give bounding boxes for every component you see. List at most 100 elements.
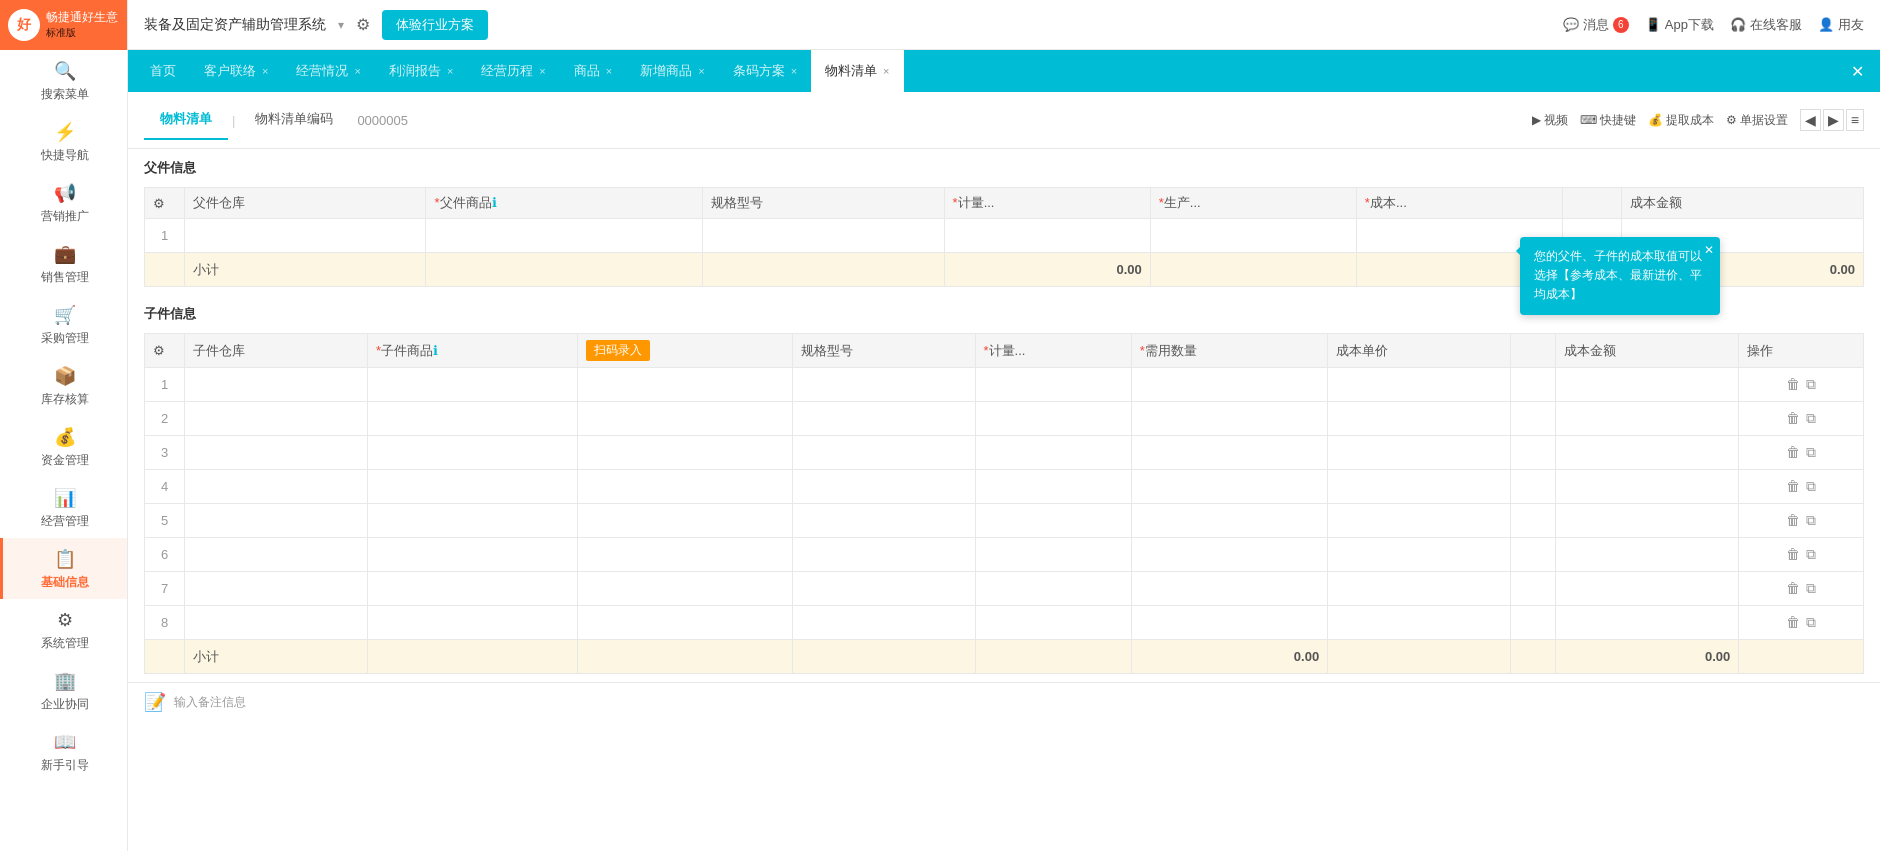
sidebar-item-enterprise[interactable]: 🏢企业协同 [0, 660, 127, 721]
delete-icon-1[interactable]: 🗑 [1786, 376, 1800, 393]
nav-tab-customer[interactable]: 客户联络 × [190, 50, 282, 92]
cost-label: 提取成本 [1666, 112, 1714, 129]
child-table-section: ⚙ 子件仓库 *子件商品ℹ 扫码录入 规格型号 *计量... *需用数量 成本单… [128, 333, 1880, 682]
topbar-left: 装备及固定资产辅助管理系统 ▾ ⚙ 体验行业方案 [144, 10, 488, 40]
nav-tab-close-operation[interactable]: × [354, 65, 360, 77]
bottom-hint-text[interactable]: 输入备注信息 [174, 694, 246, 711]
copy-icon-6[interactable]: ⧉ [1806, 546, 1816, 563]
sidebar-item-system[interactable]: ⚙系统管理 [0, 599, 127, 660]
nav-tab-operation[interactable]: 经营情况 × [282, 50, 374, 92]
delete-icon-7[interactable]: 🗑 [1786, 580, 1800, 597]
nav-tab-close-bom[interactable]: × [883, 65, 889, 77]
copy-icon-8[interactable]: ⧉ [1806, 614, 1816, 631]
menu-arrow[interactable]: ≡ [1846, 109, 1864, 131]
next-arrow[interactable]: ▶ [1823, 109, 1844, 131]
copy-icon-4[interactable]: ⧉ [1806, 478, 1816, 495]
copy-icon-1[interactable]: ⧉ [1806, 376, 1816, 393]
child-subtotal-qty: 0.00 [1131, 640, 1327, 674]
system-dropdown[interactable]: ▾ [338, 18, 344, 32]
purchase-icon: 🛒 [54, 304, 76, 326]
inventory-icon: 📦 [54, 365, 76, 387]
nav-tab-close-barcode[interactable]: × [791, 65, 797, 77]
sidebar-item-sales[interactable]: 💼销售管理 [0, 233, 127, 294]
topbar-right: 💬 消息 6 📱 App下载 🎧 在线客服 👤 用友 [1563, 16, 1864, 34]
delete-icon-6[interactable]: 🗑 [1786, 546, 1800, 563]
nav-tab-label-bom: 物料清单 [825, 62, 877, 80]
parent-col-cost: *成本... [1356, 188, 1562, 219]
nav-tab-close-profit[interactable]: × [447, 65, 453, 77]
nav-tab-close-product[interactable]: × [606, 65, 612, 77]
cost-icon: 💰 [1648, 113, 1663, 127]
nav-close-btn[interactable]: ✕ [1843, 62, 1872, 81]
parent-table-header: ⚙ 父件仓库 *父件商品ℹ 规格型号 *计量... *生产... *成本... … [145, 188, 1864, 219]
video-label: 视频 [1544, 112, 1568, 129]
shortcut-action[interactable]: ⌨ 快捷键 [1580, 112, 1636, 129]
sidebar-item-marketing[interactable]: 📢营销推广 [0, 172, 127, 233]
sidebar-item-guide[interactable]: 📖新手引导 [0, 721, 127, 782]
message-label: 消息 [1583, 16, 1609, 34]
delete-icon-4[interactable]: 🗑 [1786, 478, 1800, 495]
bill-settings-action[interactable]: ⚙ 单据设置 [1726, 112, 1788, 129]
copy-icon-7[interactable]: ⧉ [1806, 580, 1816, 597]
sidebar-item-quicknav[interactable]: ⚡快捷导航 [0, 111, 127, 172]
nav-tab-history[interactable]: 经营历程 × [467, 50, 559, 92]
basic_info-icon: 📋 [54, 548, 76, 570]
nav-tab-close-customer[interactable]: × [262, 65, 268, 77]
prev-arrow[interactable]: ◀ [1800, 109, 1821, 131]
nav-tab-barcode[interactable]: 条码方案 × [719, 50, 811, 92]
sidebar-item-finance[interactable]: 💰资金管理 [0, 416, 127, 477]
copy-icon-3[interactable]: ⧉ [1806, 444, 1816, 461]
sidebar-label-search: 搜索菜单 [41, 86, 89, 103]
delete-icon-8[interactable]: 🗑 [1786, 614, 1800, 631]
user-item[interactable]: 👤 用友 [1818, 16, 1864, 34]
sidebar-item-operation_mgmt[interactable]: 📊经营管理 [0, 477, 127, 538]
delete-icon-2[interactable]: 🗑 [1786, 410, 1800, 427]
cost-action[interactable]: 💰 提取成本 [1648, 112, 1714, 129]
tab-bom-list[interactable]: 物料清单 [144, 100, 228, 140]
bill-settings-icon: ⚙ [1726, 113, 1737, 127]
tooltip-text: 您的父件、子件的成本取值可以选择【参考成本、最新进价、平均成本】 [1534, 249, 1702, 301]
sidebar-item-purchase[interactable]: 🛒采购管理 [0, 294, 127, 355]
parent-col-product: *父件商品ℹ [426, 188, 703, 219]
sidebar-item-search[interactable]: 🔍搜索菜单 [0, 50, 127, 111]
delete-icon-5[interactable]: 🗑 [1786, 512, 1800, 529]
table-row: 5 🗑 ⧉ [145, 504, 1864, 538]
table-row: 6 🗑 ⧉ [145, 538, 1864, 572]
bom-code-value: 0000005 [357, 113, 408, 128]
nav-tab-label-home: 首页 [150, 62, 176, 80]
bottom-hint: 📝 输入备注信息 [128, 682, 1880, 721]
nav-tab-close-history[interactable]: × [539, 65, 545, 77]
logo-icon: 好 [8, 9, 40, 41]
experience-btn[interactable]: 体验行业方案 [382, 10, 488, 40]
sidebar-label-enterprise: 企业协同 [41, 696, 89, 713]
scan-btn[interactable]: 扫码录入 [586, 340, 650, 361]
nav-tabs: 首页客户联络 ×经营情况 ×利润报告 ×经营历程 ×商品 ×新增商品 ×条码方案… [128, 50, 1880, 92]
sidebar-item-inventory[interactable]: 📦库存核算 [0, 355, 127, 416]
sidebar-item-basic_info[interactable]: 📋 基础信息 [0, 538, 127, 599]
copy-icon-5[interactable]: ⧉ [1806, 512, 1816, 529]
settings-icon[interactable]: ⚙ [356, 15, 370, 34]
table-row: 8 🗑 ⧉ [145, 606, 1864, 640]
nav-tab-home[interactable]: 首页 [136, 50, 190, 92]
nav-tab-close-new_product[interactable]: × [698, 65, 704, 77]
video-action[interactable]: ▶ 视频 [1532, 112, 1568, 129]
sidebar-label-basic_info: 基础信息 [41, 574, 89, 591]
nav-tab-label-customer: 客户联络 [204, 62, 256, 80]
nav-tab-product[interactable]: 商品 × [560, 50, 626, 92]
sidebar-label-guide: 新手引导 [41, 757, 89, 774]
topbar: 装备及固定资产辅助管理系统 ▾ ⚙ 体验行业方案 💬 消息 6 📱 App下载 … [128, 0, 1880, 50]
nav-tab-profit[interactable]: 利润报告 × [375, 50, 467, 92]
message-item[interactable]: 💬 消息 6 [1563, 16, 1629, 34]
nav-tab-bom[interactable]: 物料清单 × [811, 50, 903, 92]
tab-bom-detail[interactable]: 物料清单编码 [239, 100, 349, 140]
parent-col-unit: *计量... [944, 188, 1150, 219]
app-download-item[interactable]: 📱 App下载 [1645, 16, 1714, 34]
child-col-scan: 扫码录入 [577, 334, 792, 368]
nav-tab-new_product[interactable]: 新增商品 × [626, 50, 718, 92]
child-col-spec: 规格型号 [792, 334, 975, 368]
online-service-item[interactable]: 🎧 在线客服 [1730, 16, 1802, 34]
copy-icon-2[interactable]: ⧉ [1806, 410, 1816, 427]
table-row: 1 🗑 ⧉ [145, 368, 1864, 402]
delete-icon-3[interactable]: 🗑 [1786, 444, 1800, 461]
tooltip-close-btn[interactable]: ✕ [1704, 241, 1714, 260]
